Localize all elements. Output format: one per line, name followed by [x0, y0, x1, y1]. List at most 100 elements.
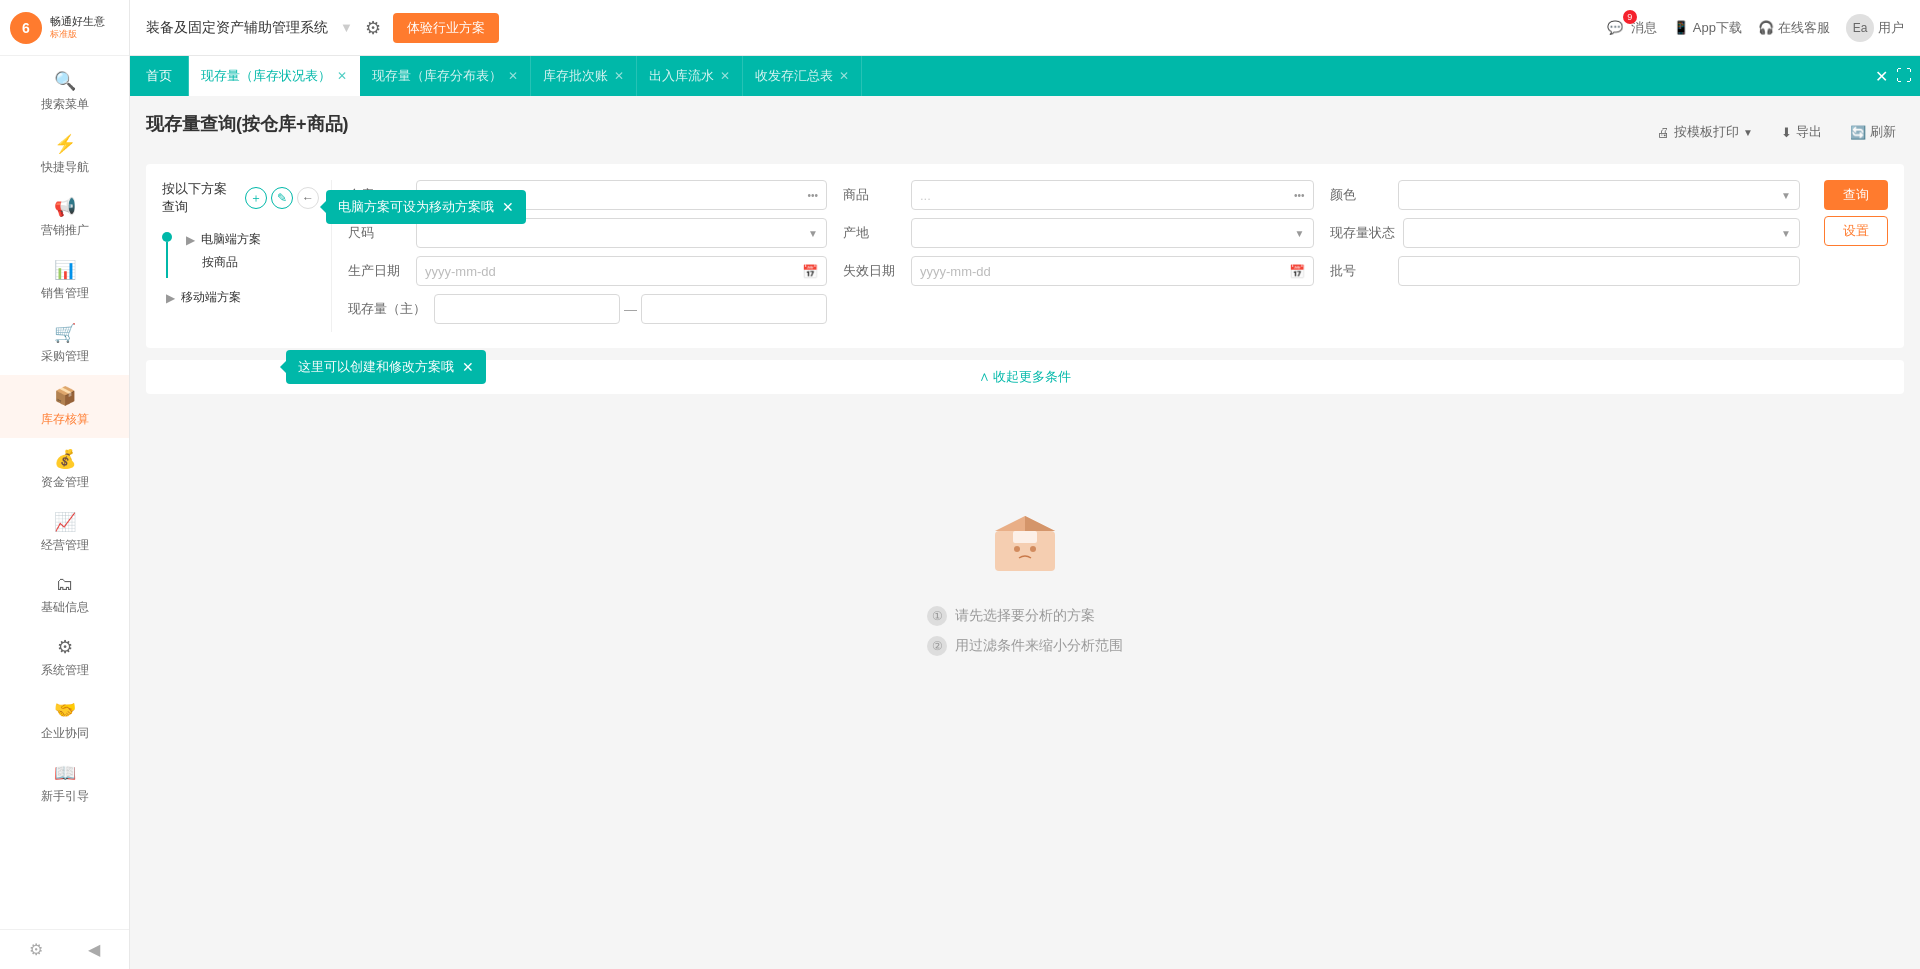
step-1-text: 请先选择要分析的方案 [955, 607, 1095, 625]
collapse-icon: ∧ [979, 369, 990, 384]
goods-dots: ••• [1294, 190, 1305, 201]
scheme-tooltip-close[interactable]: ✕ [502, 199, 514, 215]
sidebar-item-guide-label: 新手引导 [41, 788, 89, 805]
expiry-date-input[interactable]: yyyy-mm-dd 📅 [911, 256, 1314, 286]
color-arrow: ▼ [1781, 190, 1791, 201]
user-area[interactable]: Ea 用户 [1846, 14, 1904, 42]
filter-color: 颜色 ▼ [1330, 180, 1801, 210]
tab-close-batch-account[interactable]: ✕ [614, 69, 624, 83]
sidebar-item-basic-info-label: 基础信息 [41, 599, 89, 616]
tab-batch-account[interactable]: 库存批次账 ✕ [531, 56, 637, 96]
tab-inventory-status[interactable]: 现存量（库存状况表） ✕ [189, 56, 360, 96]
filter-header: 按以下方案查询 ＋ ✎ ← [162, 180, 319, 216]
tab-close-all-icon[interactable]: ✕ [1875, 67, 1888, 86]
inventory-icon: 📦 [54, 385, 76, 407]
sidebar-item-inventory[interactable]: 📦 库存核算 [0, 375, 129, 438]
tab-close-in-out-flow[interactable]: ✕ [720, 69, 730, 83]
stock-status-select[interactable]: ▼ [1403, 218, 1801, 248]
filter-production-date: 生产日期 yyyy-mm-dd 📅 [348, 256, 827, 286]
user-label: 用户 [1878, 19, 1904, 37]
collapse-label: 收起更多条件 [993, 369, 1071, 384]
settings-icon[interactable]: ⚙ [365, 17, 381, 39]
tab-summary[interactable]: 收发存汇总表 ✕ [743, 56, 862, 96]
basic-info-icon: 🗂 [56, 574, 74, 595]
tab-close-summary[interactable]: ✕ [839, 69, 849, 83]
sidebar-item-system[interactable]: ⚙ 系统管理 [0, 626, 129, 689]
tab-batch-account-label: 库存批次账 [543, 67, 608, 85]
scheme-sub-goods[interactable]: 按商品 [202, 251, 261, 274]
color-select[interactable]: ▼ [1398, 180, 1801, 210]
sidebar-item-basic-info[interactable]: 🗂 基础信息 [0, 564, 129, 626]
sidebar: 6 畅通好生意 标准版 🔍 搜索菜单 ⚡ 快捷导航 📢 营销推广 📊 销售管理 … [0, 0, 130, 969]
scheme-list: ▶ 电脑端方案 按商品 [178, 228, 261, 278]
query-btn[interactable]: 查询 [1824, 180, 1888, 210]
stock-main-max-input[interactable] [641, 294, 827, 324]
message-btn[interactable]: 💬 9 消息 [1607, 19, 1657, 37]
enterprise-icon: 🤝 [54, 699, 76, 721]
origin-label: 产地 [843, 224, 903, 242]
add-scheme-btn[interactable]: ＋ [245, 187, 267, 209]
scheme-sub-goods-label: 按商品 [202, 254, 238, 271]
stock-main-label: 现存量（主） [348, 300, 426, 318]
sidebar-item-finance-label: 资金管理 [41, 474, 89, 491]
range-dash: — [624, 302, 637, 317]
origin-select[interactable]: ▼ [911, 218, 1314, 248]
goods-select[interactable]: ... ••• [911, 180, 1314, 210]
stock-main-min-input[interactable] [434, 294, 620, 324]
refresh-btn[interactable]: 🔄 刷新 [1842, 119, 1904, 145]
sidebar-item-guide[interactable]: 📖 新手引导 [0, 752, 129, 815]
online-support-btn[interactable]: 🎧 在线客服 [1758, 19, 1830, 37]
batch-input[interactable] [1398, 256, 1801, 286]
sidebar-item-operations[interactable]: 📈 经营管理 [0, 501, 129, 564]
print-label: 按模板打印 [1674, 123, 1739, 141]
tab-inventory-distribution[interactable]: 现存量（库存分布表） ✕ [360, 56, 531, 96]
scheme-mobile[interactable]: ▶ 移动端方案 [166, 286, 319, 309]
tab-fullscreen-icon[interactable]: ⛶ [1896, 67, 1912, 85]
empty-step-2: ② 用过滤条件来缩小分析范围 [927, 636, 1123, 656]
set-btn[interactable]: 设置 [1824, 216, 1888, 246]
sidebar-item-marketing[interactable]: 📢 营销推广 [0, 186, 129, 249]
industry-btn[interactable]: 体验行业方案 [393, 13, 499, 43]
edit-scheme-btn[interactable]: ✎ [271, 187, 293, 209]
sidebar-item-operations-label: 经营管理 [41, 537, 89, 554]
sidebar-item-quick[interactable]: ⚡ 快捷导航 [0, 123, 129, 186]
filter-actions: ＋ ✎ ← [245, 187, 319, 209]
sidebar-item-search[interactable]: 🔍 搜索菜单 [0, 60, 129, 123]
step-2-text: 用过滤条件来缩小分析范围 [955, 637, 1123, 655]
tab-close-inventory-distribution[interactable]: ✕ [508, 69, 518, 83]
print-btn[interactable]: 🖨 按模板打印 ▼ [1649, 119, 1761, 145]
expiry-date-calendar-icon[interactable]: 📅 [1289, 264, 1305, 279]
logo-area: 6 畅通好生意 标准版 [0, 0, 129, 56]
app-download-label: App下载 [1693, 19, 1742, 37]
empty-step-1: ① 请先选择要分析的方案 [927, 606, 1123, 626]
tab-home[interactable]: 首页 [130, 56, 189, 96]
scheme-indicator-line [166, 242, 168, 278]
sidebar-item-sales[interactable]: 📊 销售管理 [0, 249, 129, 312]
sidebar-item-finance[interactable]: 💰 资金管理 [0, 438, 129, 501]
online-support-label: 在线客服 [1778, 19, 1830, 37]
settings-footer-icon[interactable]: ⚙ [29, 940, 43, 959]
export-label: 导出 [1796, 123, 1822, 141]
sidebar-item-enterprise[interactable]: 🤝 企业协同 [0, 689, 129, 752]
back-scheme-btn[interactable]: ← [297, 187, 319, 209]
collapse-sidebar-icon[interactable]: ◀ [88, 940, 100, 959]
sidebar-nav: 🔍 搜索菜单 ⚡ 快捷导航 📢 营销推广 📊 销售管理 🛒 采购管理 📦 库存核… [0, 56, 129, 929]
scheme-tooltip2-text: 这里可以创建和修改方案哦 [298, 358, 454, 376]
production-date-calendar-icon[interactable]: 📅 [802, 264, 818, 279]
svg-marker-2 [1025, 516, 1055, 531]
batch-label: 批号 [1330, 262, 1390, 280]
app-download-btn[interactable]: 📱 App下载 [1673, 19, 1742, 37]
tab-summary-label: 收发存汇总表 [755, 67, 833, 85]
stock-status-arrow: ▼ [1781, 228, 1791, 239]
refresh-label: 刷新 [1870, 123, 1896, 141]
sidebar-item-sales-label: 销售管理 [41, 285, 89, 302]
sidebar-item-purchase[interactable]: 🛒 采购管理 [0, 312, 129, 375]
production-date-input[interactable]: yyyy-mm-dd 📅 [416, 256, 827, 286]
scheme-tooltip2-close[interactable]: ✕ [462, 359, 474, 375]
tab-in-out-flow[interactable]: 出入库流水 ✕ [637, 56, 743, 96]
scheme-desktop[interactable]: ▶ 电脑端方案 [186, 228, 261, 251]
export-btn[interactable]: ⬇ 导出 [1773, 119, 1830, 145]
scheme-desktop-arrow: ▶ [186, 233, 195, 247]
tab-close-inventory-status[interactable]: ✕ [337, 69, 347, 83]
sidebar-item-enterprise-label: 企业协同 [41, 725, 89, 742]
